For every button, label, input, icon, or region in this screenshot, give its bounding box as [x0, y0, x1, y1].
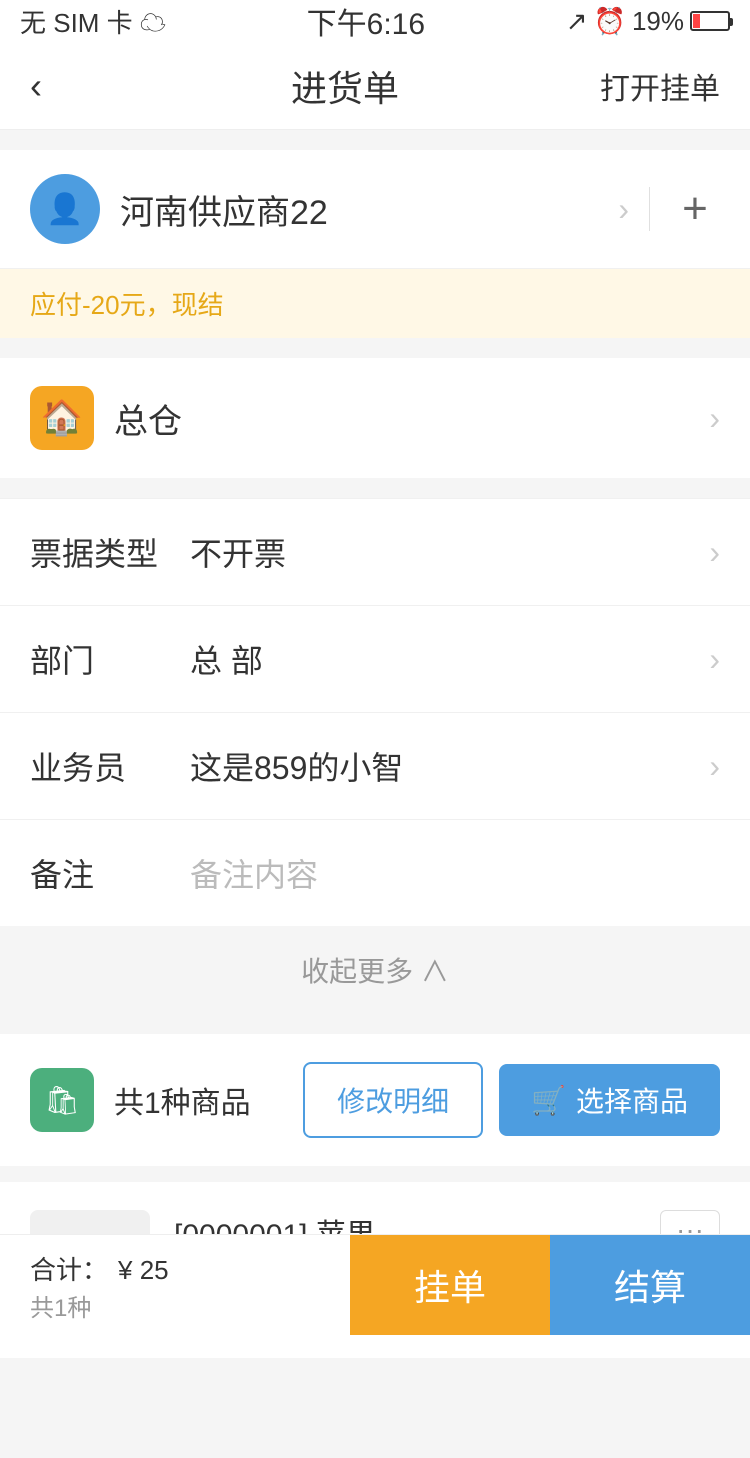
invoice-type-label: 票据类型 — [30, 529, 170, 575]
add-supplier-button[interactable]: + — [670, 184, 720, 234]
back-button[interactable]: ‹ — [30, 56, 90, 116]
alarm-icon: ⏰ — [594, 6, 626, 37]
supplier-section: 👤 河南供应商22 › + 应付-20元，现结 — [0, 150, 750, 338]
salesperson-row[interactable]: 业务员 这是859的小智 › — [0, 712, 750, 819]
edit-detail-button[interactable]: 修改明细 — [303, 1062, 483, 1138]
product-count: 共1种商品 — [114, 1078, 303, 1122]
salesperson-label: 业务员 — [30, 743, 170, 789]
warehouse-icon: 🏠 — [30, 386, 94, 450]
bag-icon: 🛍 — [44, 1084, 80, 1117]
section-gap-4 — [0, 1014, 750, 1034]
status-bar: 无 SIM 卡 ☁ 下午6:16 ↗ ⏰ 19% — [0, 0, 750, 42]
status-right: ↗ ⏰ 19% — [566, 6, 730, 37]
select-product-label: 选择商品 — [576, 1080, 688, 1120]
total-amount: 合计： ¥ 25 — [30, 1246, 320, 1288]
department-label: 部门 — [30, 636, 170, 682]
form-section: 票据类型 不开票 › 部门 总 部 › 业务员 这是859的小智 › 备注 备注… — [0, 498, 750, 926]
salesperson-chevron-icon: › — [709, 748, 720, 785]
remark-label: 备注 — [30, 850, 170, 896]
remark-input[interactable]: 备注内容 — [190, 850, 720, 896]
total-count: 共1种 — [30, 1288, 320, 1323]
vertical-divider — [649, 187, 650, 231]
section-gap-3 — [0, 478, 750, 498]
total-section: 合计： ¥ 25 共1种 — [0, 1246, 350, 1323]
department-chevron-icon: › — [709, 641, 720, 678]
status-time: 下午6:16 — [307, 0, 425, 43]
section-gap-2 — [0, 338, 750, 358]
battery-percent: 19% — [632, 6, 684, 37]
nav-bar: ‹ 进货单 打开挂单 — [0, 42, 750, 130]
warehouse-section[interactable]: 🏠 总仓 › — [0, 358, 750, 478]
remark-row[interactable]: 备注 备注内容 — [0, 819, 750, 926]
notice-bar: 应付-20元，现结 — [0, 269, 750, 338]
invoice-type-value: 不开票 — [190, 529, 709, 575]
invoice-type-chevron-icon: › — [709, 534, 720, 571]
bottom-spacer — [0, 1358, 750, 1458]
avatar-icon: 👤 — [46, 192, 83, 227]
location-icon: ↗ — [566, 6, 588, 37]
cart-icon: 🛒 — [531, 1084, 566, 1117]
supplier-avatar: 👤 — [30, 174, 100, 244]
suspend-button[interactable]: 挂单 — [350, 1235, 550, 1335]
open-pending-button[interactable]: 打开挂单 — [600, 64, 720, 108]
bottom-bar: 合计： ¥ 25 共1种 挂单 结算 — [0, 1234, 750, 1334]
product-header: 🛍 共1种商品 修改明细 🛒 选择商品 — [0, 1034, 750, 1166]
select-product-button[interactable]: 🛒 选择商品 — [499, 1064, 720, 1136]
salesperson-value: 这是859的小智 — [190, 743, 709, 789]
section-gap-1 — [0, 130, 750, 150]
sim-status: 无 SIM 卡 ☁ — [20, 3, 166, 40]
warehouse-name: 总仓 — [114, 394, 709, 443]
checkout-button[interactable]: 结算 — [550, 1235, 750, 1335]
total-label: 合计： — [30, 1255, 108, 1285]
battery-icon — [690, 11, 730, 31]
department-value: 总 部 — [190, 636, 709, 682]
collapse-toggle[interactable]: 收起更多 ∧ — [0, 926, 750, 1014]
invoice-type-row[interactable]: 票据类型 不开票 › — [0, 498, 750, 605]
product-bag-icon: 🛍 — [30, 1068, 94, 1132]
page-title: 进货单 — [291, 60, 399, 112]
warehouse-chevron-icon: › — [709, 400, 720, 437]
total-value: ¥ 25 — [118, 1255, 169, 1285]
supplier-chevron-icon: › — [618, 191, 629, 228]
warehouse-row[interactable]: 🏠 总仓 › — [0, 358, 750, 478]
status-left: 无 SIM 卡 ☁ — [20, 3, 166, 40]
supplier-row: 👤 河南供应商22 › + — [0, 150, 750, 269]
supplier-name: 河南供应商22 — [120, 185, 618, 234]
department-row[interactable]: 部门 总 部 › — [0, 605, 750, 712]
